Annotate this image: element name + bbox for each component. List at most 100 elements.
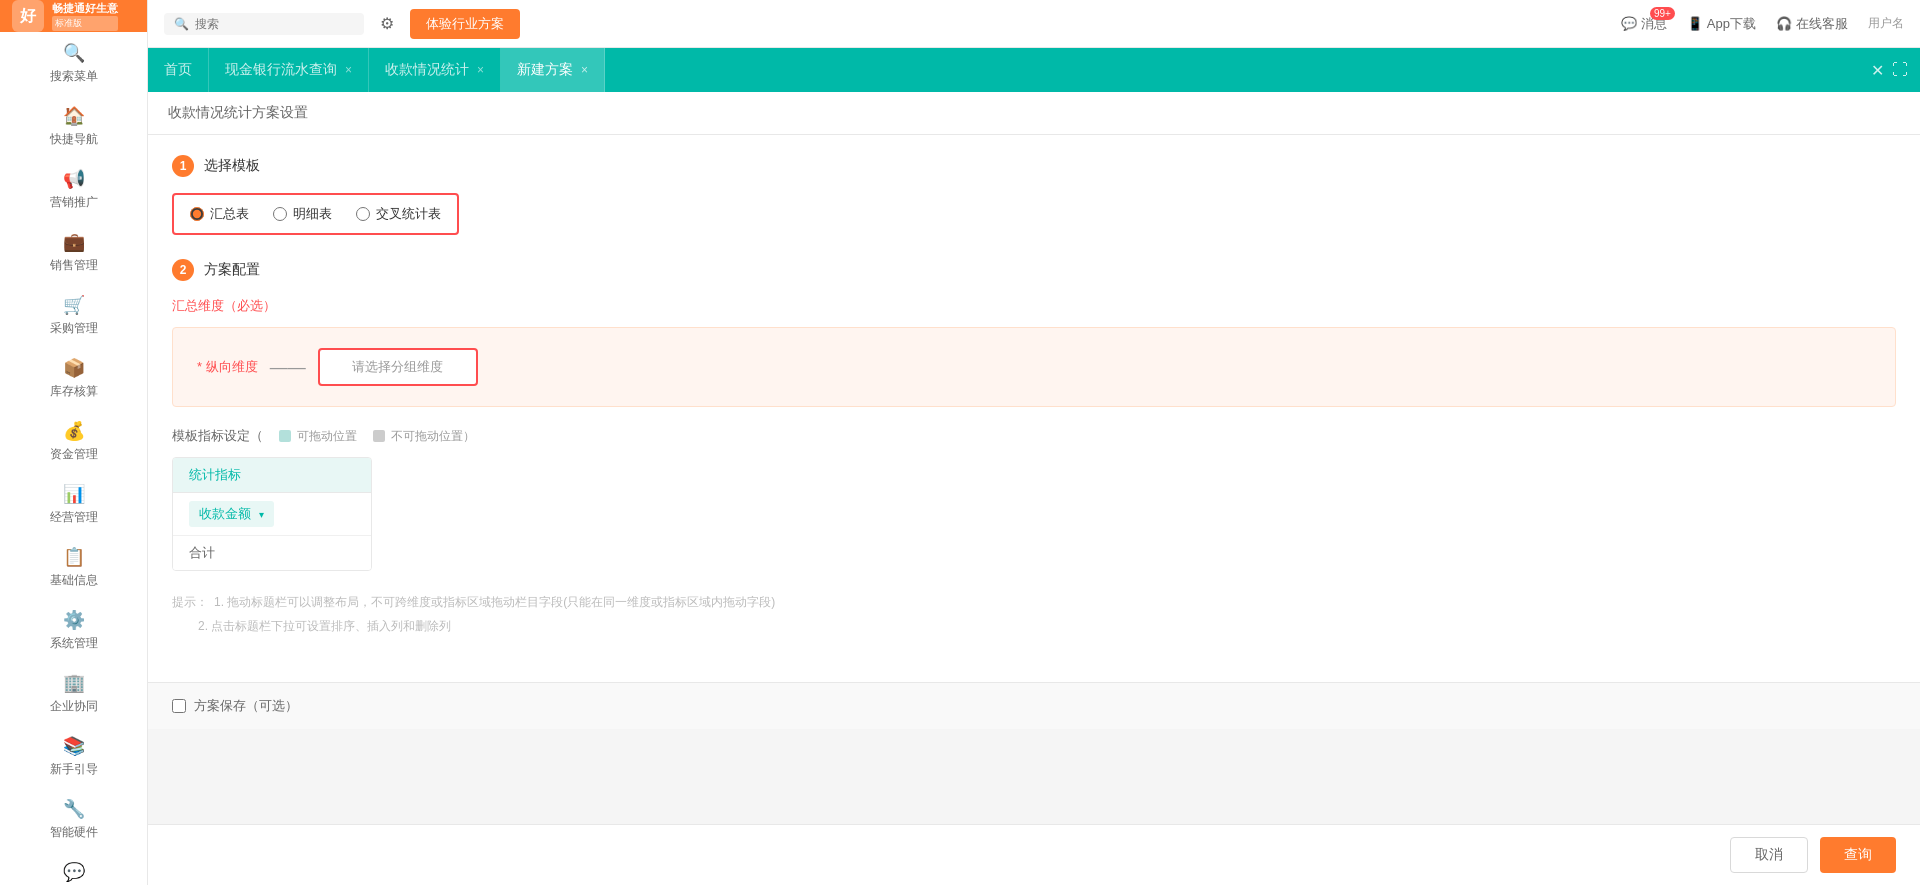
radio-summary[interactable]: 汇总表 bbox=[190, 205, 249, 223]
query-button[interactable]: 查询 bbox=[1820, 837, 1896, 873]
sidebar-item-system[interactable]: ⚙️ 系统管理 bbox=[0, 599, 147, 662]
home-icon: 🏠 bbox=[63, 105, 85, 127]
dimension-area: * 纵向维度 —— 请选择分组维度 bbox=[172, 327, 1896, 407]
tip-2: 2. 点击标题栏下拉可设置排序、插入列和删除列 bbox=[172, 614, 1896, 638]
sidebar: 好 畅捷通好生意 标准版 🔍 搜索菜单 🏠 快捷导航 📢 营销推广 💼 销售管理… bbox=[0, 0, 148, 885]
radio-cross-input[interactable] bbox=[356, 207, 370, 221]
user-display[interactable]: 用户名 bbox=[1868, 15, 1904, 32]
search-icon: 🔍 bbox=[174, 17, 189, 31]
sidebar-item-search[interactable]: 🔍 搜索菜单 bbox=[0, 32, 147, 95]
app-icon: 📱 bbox=[1687, 16, 1703, 31]
notification-button[interactable]: 💬 消息 99+ bbox=[1621, 15, 1667, 33]
step1-header: 1 选择模板 bbox=[172, 155, 1896, 177]
tab-collection-stats[interactable]: 收款情况统计 × bbox=[369, 48, 501, 92]
settings-icon[interactable]: ⚙ bbox=[380, 14, 394, 33]
radio-cross[interactable]: 交叉统计表 bbox=[356, 205, 441, 223]
marketing-icon: 📢 bbox=[63, 168, 85, 190]
metrics-legend: 可拖动位置 不可拖动位置） bbox=[279, 428, 475, 445]
main: 🔍 ⚙ 体验行业方案 💬 消息 99+ 📱 App下载 🎧 在线客服 用户名 bbox=[148, 0, 1920, 885]
sales-icon: 💼 bbox=[63, 231, 85, 253]
notification-icon: 💬 bbox=[1621, 16, 1637, 31]
enterprise-icon: 🏢 bbox=[63, 672, 85, 694]
step2-label: 方案配置 bbox=[204, 261, 260, 279]
save-option-bar: 方案保存（可选） bbox=[148, 682, 1920, 729]
metrics-row-2: 合计 bbox=[173, 536, 371, 570]
service-icon: 🎧 bbox=[1776, 16, 1792, 31]
search-input[interactable] bbox=[195, 17, 335, 31]
tab-new-plan[interactable]: 新建方案 × bbox=[501, 48, 605, 92]
sidebar-item-hardware[interactable]: 🔧 智能硬件 bbox=[0, 788, 147, 851]
tabbar: 首页 现金银行流水查询 × 收款情况统计 × 新建方案 × ✕ ⛶ bbox=[148, 48, 1920, 92]
step1-number: 1 bbox=[172, 155, 194, 177]
legend-movable-dot bbox=[279, 430, 291, 442]
topbar-right: 💬 消息 99+ 📱 App下载 🎧 在线客服 用户名 bbox=[1621, 15, 1904, 33]
content-area: 收款情况统计方案设置 1 选择模板 汇总表 bbox=[148, 92, 1920, 824]
trial-button[interactable]: 体验行业方案 bbox=[410, 9, 520, 39]
sidebar-item-guide[interactable]: 📚 新手引导 bbox=[0, 725, 147, 788]
step2-header: 2 方案配置 bbox=[172, 259, 1896, 281]
save-option-label[interactable]: 方案保存（可选） bbox=[194, 697, 298, 715]
step1-label: 选择模板 bbox=[204, 157, 260, 175]
sidebar-item-inventory[interactable]: 📦 库存核算 bbox=[0, 347, 147, 410]
search-icon: 🔍 bbox=[63, 42, 85, 64]
tips-section: 提示： 1. 拖动标题栏可以调整布局，不可跨维度或指标区域拖动栏目字段(只能在同… bbox=[172, 590, 1896, 638]
purchase-icon: 🛒 bbox=[63, 294, 85, 316]
metrics-tag-amount[interactable]: 收款金额 ▾ bbox=[189, 501, 274, 527]
online-service-button[interactable]: 🎧 在线客服 bbox=[1776, 15, 1848, 33]
radio-detail[interactable]: 明细表 bbox=[273, 205, 332, 223]
footer-actions: 取消 查询 bbox=[148, 824, 1920, 885]
dimension-row: * 纵向维度 —— 请选择分组维度 bbox=[197, 348, 478, 386]
app-download-button[interactable]: 📱 App下载 bbox=[1687, 15, 1756, 33]
sidebar-item-sales[interactable]: 💼 销售管理 bbox=[0, 221, 147, 284]
tab-close-bank-flow[interactable]: × bbox=[345, 63, 352, 77]
hardware-icon: 🔧 bbox=[63, 798, 85, 820]
metrics-table-header: 统计指标 bbox=[173, 458, 371, 493]
sidebar-item-purchase[interactable]: 🛒 采购管理 bbox=[0, 284, 147, 347]
page-header: 收款情况统计方案设置 bbox=[148, 92, 1920, 135]
form-container: 1 选择模板 汇总表 明细表 bbox=[148, 135, 1920, 682]
tab-close-new-plan[interactable]: × bbox=[581, 63, 588, 77]
tip-label: 提示： bbox=[172, 590, 208, 614]
basics-icon: 📋 bbox=[63, 546, 85, 568]
tabbar-actions: ✕ ⛶ bbox=[1859, 48, 1920, 92]
page-title: 收款情况统计方案设置 bbox=[168, 104, 308, 120]
logo-icon: 好 bbox=[12, 0, 44, 32]
sidebar-item-management[interactable]: 📊 经营管理 bbox=[0, 473, 147, 536]
wechat-icon: 💬 bbox=[63, 861, 85, 883]
dimension-arrow: —— bbox=[270, 357, 306, 378]
tab-home[interactable]: 首页 bbox=[148, 48, 209, 92]
tab-bank-flow[interactable]: 现金银行流水查询 × bbox=[209, 48, 369, 92]
inventory-icon: 📦 bbox=[63, 357, 85, 379]
guide-icon: 📚 bbox=[63, 735, 85, 757]
save-checkbox[interactable] bbox=[172, 699, 186, 713]
template-radio-group: 汇总表 明细表 交叉统计表 bbox=[190, 205, 441, 223]
dimension-select-button[interactable]: 请选择分组维度 bbox=[318, 348, 478, 386]
cancel-button[interactable]: 取消 bbox=[1730, 837, 1808, 873]
logo-text: 畅捷通好生意 标准版 bbox=[52, 1, 118, 31]
tab-close-collection[interactable]: × bbox=[477, 63, 484, 77]
topbar: 🔍 ⚙ 体验行业方案 💬 消息 99+ 📱 App下载 🎧 在线客服 用户名 bbox=[148, 0, 1920, 48]
tip-1: 提示： 1. 拖动标题栏可以调整布局，不可跨维度或指标区域拖动栏目字段(只能在同… bbox=[172, 590, 1896, 614]
radio-summary-input[interactable] bbox=[190, 207, 204, 221]
sidebar-item-finance[interactable]: 💰 资金管理 bbox=[0, 410, 147, 473]
step1-section: 1 选择模板 汇总表 明细表 bbox=[172, 155, 1896, 235]
sidebar-logo: 好 畅捷通好生意 标准版 bbox=[0, 0, 147, 32]
sidebar-item-basics[interactable]: 📋 基础信息 bbox=[0, 536, 147, 599]
tab-expand-icon[interactable]: ⛶ bbox=[1892, 61, 1908, 79]
dropdown-arrow-amount[interactable]: ▾ bbox=[259, 509, 264, 520]
system-icon: ⚙️ bbox=[63, 609, 85, 631]
sidebar-item-wechat[interactable]: 💬 企业微信 bbox=[0, 851, 147, 885]
dimension-section-label: 汇总维度（必选） bbox=[172, 297, 1896, 315]
legend-movable: 可拖动位置 bbox=[279, 428, 357, 445]
metrics-table: 统计指标 收款金额 ▾ 合计 bbox=[172, 457, 372, 571]
sidebar-item-home[interactable]: 🏠 快捷导航 bbox=[0, 95, 147, 158]
sidebar-item-enterprise[interactable]: 🏢 企业协同 bbox=[0, 662, 147, 725]
template-select-box: 汇总表 明细表 交叉统计表 bbox=[172, 193, 459, 235]
topbar-search-box[interactable]: 🔍 bbox=[164, 13, 364, 35]
tab-close-all-icon[interactable]: ✕ bbox=[1871, 61, 1884, 80]
step2-section: 2 方案配置 汇总维度（必选） * 纵向维度 —— 请选择分组维度 bbox=[172, 259, 1896, 638]
legend-fixed: 不可拖动位置） bbox=[373, 428, 475, 445]
sidebar-item-marketing[interactable]: 📢 营销推广 bbox=[0, 158, 147, 221]
management-icon: 📊 bbox=[63, 483, 85, 505]
radio-detail-input[interactable] bbox=[273, 207, 287, 221]
